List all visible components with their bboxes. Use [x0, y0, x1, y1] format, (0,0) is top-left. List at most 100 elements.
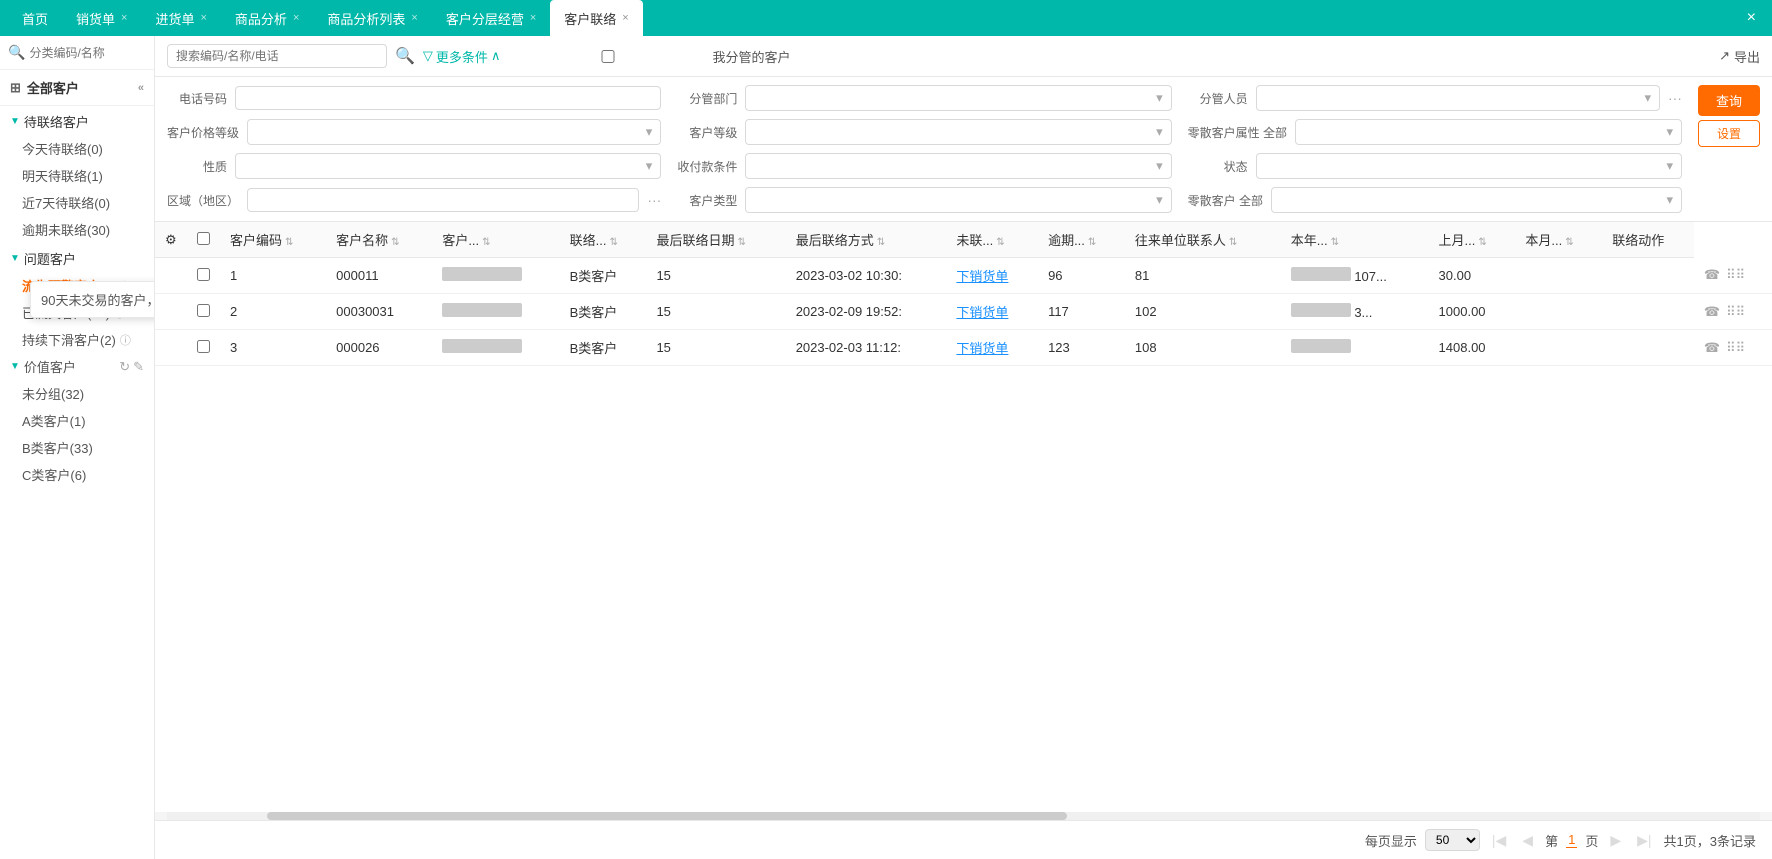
- col-name: 客户名称⇅: [326, 222, 432, 258]
- filter-customer-level-select[interactable]: ▾: [745, 119, 1171, 145]
- window-close-btn[interactable]: ×: [1739, 9, 1764, 27]
- filter-price-level: 客户价格等级 ▾: [167, 119, 661, 145]
- tab-home-label: 首页: [22, 9, 48, 28]
- filter-customer-type-select[interactable]: ▾: [745, 187, 1171, 213]
- sidebar-item-declining[interactable]: 持续下滑客户(2) ⓘ: [0, 326, 154, 353]
- scrollbar-thumb[interactable]: [267, 812, 1067, 820]
- tab-product-list[interactable]: 商品分析列表 ×: [313, 0, 431, 36]
- filter-price-level-select[interactable]: ▾: [247, 119, 661, 145]
- filter-retail-attr-select[interactable]: ▾: [1295, 119, 1682, 145]
- col-checkbox[interactable]: [187, 222, 220, 258]
- tab-sales-close[interactable]: ×: [121, 12, 127, 24]
- export-button[interactable]: ↗ 导出: [1719, 47, 1760, 66]
- col-type-sort[interactable]: ⇅: [482, 237, 490, 248]
- row-action-menu-0[interactable]: ⠿⠿: [1726, 267, 1745, 283]
- filter-payment-select[interactable]: ▾: [745, 153, 1171, 179]
- tab-customer-contact-close[interactable]: ×: [622, 12, 628, 24]
- row-action-contact-1[interactable]: ☎: [1704, 304, 1720, 320]
- row-action-menu-1[interactable]: ⠿⠿: [1726, 304, 1745, 320]
- row-checkbox-input-1[interactable]: [197, 304, 210, 317]
- sidebar-collapse-icon[interactable]: «: [138, 82, 144, 94]
- row-checkbox-input-0[interactable]: [197, 268, 210, 281]
- my-customers-toggle[interactable]: 我分管的客户: [508, 47, 790, 66]
- search-input[interactable]: [167, 44, 387, 68]
- first-page-btn[interactable]: |◀: [1488, 832, 1510, 849]
- query-button[interactable]: 查询: [1698, 85, 1760, 116]
- row-checkbox-1[interactable]: [187, 294, 220, 330]
- filter-department: 分管部门 ▾: [677, 85, 1171, 111]
- col-contact-count-sort[interactable]: ⇅: [609, 237, 617, 248]
- row-action-icons-1: ☎ ⠿⠿: [1704, 304, 1762, 320]
- tab-product-list-close[interactable]: ×: [411, 12, 417, 24]
- next-page-btn[interactable]: ▶: [1606, 832, 1625, 849]
- sidebar-item-tomorrow[interactable]: 明天待联络(1): [0, 162, 154, 189]
- sidebar-item-class-a[interactable]: A类客户(1): [0, 407, 154, 434]
- filter-phone-input[interactable]: [235, 86, 661, 110]
- horizontal-scrollbar[interactable]: [167, 812, 1760, 820]
- row-last-method-link-1[interactable]: 下销货单: [956, 305, 1008, 320]
- sidebar-all-customers[interactable]: ⊞ 全部客户 «: [0, 70, 154, 106]
- sidebar-group-value[interactable]: ▼ 价值客户 ↻ ✎: [0, 353, 154, 380]
- sidebar-item-class-b[interactable]: B类客户(33): [0, 434, 154, 461]
- col-last-contact-date-sort[interactable]: ⇅: [737, 237, 745, 248]
- sidebar-item-overdue[interactable]: 逾期未联络(30): [0, 216, 154, 243]
- row-action-contact-0[interactable]: ☎: [1704, 267, 1720, 283]
- my-customers-label: 我分管的客户: [712, 47, 790, 66]
- edit-icon[interactable]: ✎: [133, 359, 144, 375]
- col-overdue-sort[interactable]: ⇅: [1088, 237, 1096, 248]
- filter-nature-select[interactable]: ▾: [235, 153, 661, 179]
- row-last-method-link-0[interactable]: 下销货单: [956, 269, 1008, 284]
- prev-page-btn[interactable]: ◀: [1518, 832, 1537, 849]
- more-conditions-toggle[interactable]: ▽ 更多条件 ∧: [423, 47, 501, 66]
- row-checkbox-input-2[interactable]: [197, 340, 210, 353]
- sidebar-search-input[interactable]: [29, 46, 146, 60]
- sidebar-item-7days[interactable]: 近7天待联络(0): [0, 189, 154, 216]
- tab-home[interactable]: 首页: [8, 0, 62, 36]
- filter-manager-select[interactable]: ▾: [1256, 85, 1660, 111]
- tab-product-analysis[interactable]: 商品分析 ×: [221, 0, 313, 36]
- my-customers-checkbox[interactable]: [508, 50, 708, 63]
- manager-more-btn[interactable]: ···: [1668, 90, 1682, 106]
- last-page-btn[interactable]: ▶|: [1633, 832, 1655, 849]
- filter-status-select[interactable]: ▾: [1256, 153, 1682, 179]
- tab-product-analysis-close[interactable]: ×: [293, 12, 299, 24]
- search-button[interactable]: 🔍: [395, 46, 415, 66]
- filter-department-select[interactable]: ▾: [745, 85, 1171, 111]
- region-more-btn[interactable]: ···: [647, 192, 661, 208]
- sidebar-group-problem[interactable]: ▼ 问题客户: [0, 243, 154, 272]
- col-current-month-sort[interactable]: ⇅: [1565, 237, 1573, 248]
- row-action-icons-2: ☎ ⠿⠿: [1704, 340, 1762, 356]
- tab-customer-contact[interactable]: 客户联络 ×: [550, 0, 642, 36]
- col-last-contact-method-sort[interactable]: ⇅: [877, 237, 885, 248]
- col-uncontacted-sort[interactable]: ⇅: [996, 237, 1004, 248]
- row-checkbox-2[interactable]: [187, 330, 220, 366]
- per-page-select[interactable]: 50 100 200: [1425, 829, 1480, 851]
- col-contact-person-sort[interactable]: ⇅: [1229, 237, 1237, 248]
- tab-customer-tier[interactable]: 客户分层经营 ×: [432, 0, 550, 36]
- row-action-menu-2[interactable]: ⠿⠿: [1726, 340, 1745, 356]
- tab-sales-order[interactable]: 销货单 ×: [62, 0, 141, 36]
- col-annual-sort[interactable]: ⇅: [1331, 237, 1339, 248]
- settings-button[interactable]: 设置: [1698, 120, 1760, 147]
- col-settings[interactable]: ⚙: [155, 222, 187, 258]
- refresh-icon[interactable]: ↻: [119, 359, 130, 375]
- row-action-contact-2[interactable]: ☎: [1704, 340, 1720, 356]
- row-last-method-1[interactable]: 下销货单: [946, 294, 1038, 330]
- row-checkbox-0[interactable]: [187, 258, 220, 294]
- sidebar-item-today[interactable]: 今天待联络(0): [0, 135, 154, 162]
- tab-customer-tier-close[interactable]: ×: [530, 12, 536, 24]
- filter-retail-customer-select[interactable]: ▾: [1271, 187, 1682, 213]
- row-last-method-2[interactable]: 下销货单: [946, 330, 1038, 366]
- sidebar-item-class-c[interactable]: C类客户(6): [0, 461, 154, 488]
- sidebar-item-unclassified[interactable]: 未分组(32): [0, 380, 154, 407]
- sidebar-group-pending[interactable]: ▼ 待联络客户: [0, 106, 154, 135]
- col-name-sort[interactable]: ⇅: [391, 237, 399, 248]
- row-last-method-0[interactable]: 下销货单: [946, 258, 1038, 294]
- tab-purchase[interactable]: 进货单 ×: [141, 0, 220, 36]
- col-code-sort[interactable]: ⇅: [285, 237, 293, 248]
- select-all-checkbox[interactable]: [197, 232, 210, 245]
- col-last-month-sort[interactable]: ⇅: [1478, 237, 1486, 248]
- row-last-method-link-2[interactable]: 下销货单: [956, 341, 1008, 356]
- tab-purchase-close[interactable]: ×: [200, 12, 206, 24]
- filter-region-input[interactable]: [247, 188, 639, 212]
